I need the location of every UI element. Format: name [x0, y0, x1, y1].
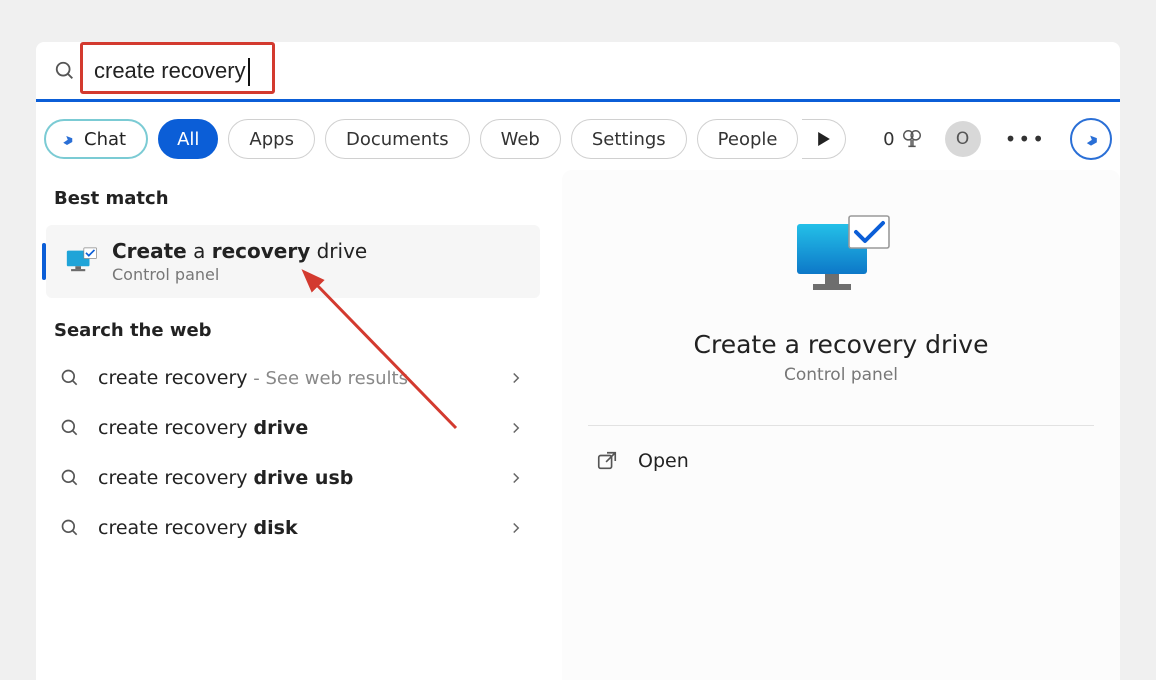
- web-suggestion[interactable]: create recovery - See web results: [42, 353, 540, 403]
- rewards-count: 0: [883, 129, 894, 150]
- web-suggestion-text: create recovery - See web results: [98, 367, 492, 389]
- trophy-icon: [901, 128, 923, 150]
- bing-badge[interactable]: [1070, 118, 1112, 160]
- search-bar: [36, 42, 1120, 102]
- chevron-right-icon: [510, 418, 522, 439]
- preview-pane: Create a recovery drive Control panel Op…: [562, 170, 1120, 680]
- open-external-icon: [596, 450, 618, 472]
- filter-apps[interactable]: Apps: [228, 119, 315, 159]
- web-suggestion-text: create recovery disk: [98, 517, 492, 539]
- chat-label: Chat: [84, 129, 126, 150]
- best-match-title: Create a recovery drive: [112, 239, 367, 263]
- play-icon: [817, 132, 831, 146]
- search-input[interactable]: [90, 56, 270, 86]
- filter-row: Chat All Apps Documents Web Settings Peo…: [36, 102, 1120, 170]
- chevron-right-icon: [510, 368, 522, 389]
- filter-documents[interactable]: Documents: [325, 119, 470, 159]
- web-suggestion[interactable]: create recovery drive: [42, 403, 540, 453]
- bing-icon: [1081, 129, 1101, 149]
- filter-more-arrow[interactable]: [802, 119, 846, 159]
- rewards-indicator[interactable]: 0: [883, 128, 922, 150]
- search-icon: [60, 468, 80, 488]
- web-suggestion-text: create recovery drive usb: [98, 467, 492, 489]
- more-menu[interactable]: •••: [997, 127, 1054, 151]
- open-action[interactable]: Open: [588, 426, 1094, 496]
- filter-web[interactable]: Web: [480, 119, 561, 159]
- recovery-drive-icon: [64, 245, 98, 279]
- preview-sub: Control panel: [784, 365, 898, 385]
- filter-people[interactable]: People: [697, 119, 799, 159]
- best-match-item[interactable]: Create a recovery drive Control panel: [46, 225, 540, 298]
- filter-settings[interactable]: Settings: [571, 119, 687, 159]
- search-icon: [54, 60, 76, 82]
- search-icon: [60, 368, 80, 388]
- bing-icon: [58, 130, 76, 148]
- recovery-drive-icon-large: [791, 214, 891, 304]
- chevron-right-icon: [510, 468, 522, 489]
- search-icon: [60, 418, 80, 438]
- open-label: Open: [638, 450, 689, 472]
- search-icon: [60, 518, 80, 538]
- search-web-label: Search the web: [42, 302, 540, 353]
- chat-chip[interactable]: Chat: [44, 119, 148, 159]
- avatar[interactable]: O: [945, 121, 981, 157]
- filter-all[interactable]: All: [158, 119, 218, 159]
- web-suggestion-text: create recovery drive: [98, 417, 492, 439]
- web-suggestion[interactable]: create recovery disk: [42, 503, 540, 553]
- results-column: Best match Create a recovery drive Contr…: [36, 170, 546, 680]
- web-suggestion[interactable]: create recovery drive usb: [42, 453, 540, 503]
- best-match-label: Best match: [42, 170, 540, 221]
- preview-title: Create a recovery drive: [694, 330, 989, 359]
- chevron-right-icon: [510, 518, 522, 539]
- search-panel: Chat All Apps Documents Web Settings Peo…: [36, 42, 1120, 680]
- best-match-sub: Control panel: [112, 265, 367, 284]
